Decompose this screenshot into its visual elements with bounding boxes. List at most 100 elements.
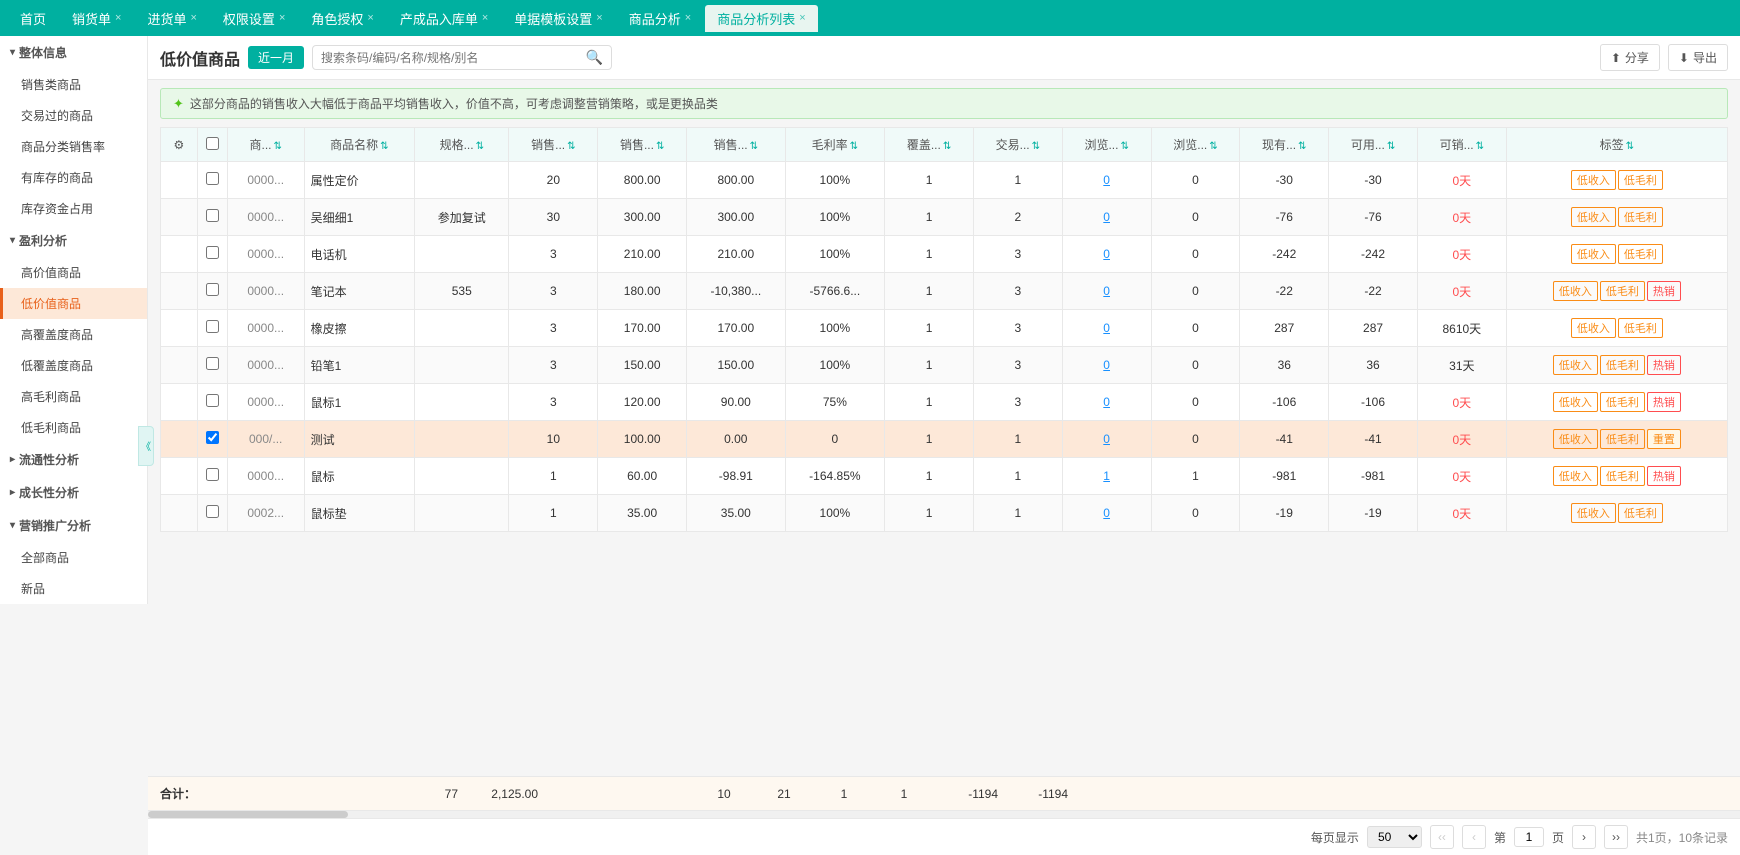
sidebar-item-category-rate[interactable]: 商品分类销售率 (0, 131, 147, 162)
table-container[interactable]: ⚙ 商...⇅ 商品名称⇅ 规格...⇅ 销售...⇅ 销售...⇅ 销售...… (148, 127, 1740, 776)
view1-link[interactable]: 0 (1103, 432, 1110, 446)
nav-close-roles[interactable]: × (367, 12, 373, 24)
col-code[interactable]: 商...⇅ (227, 128, 304, 162)
col-select-all[interactable] (197, 128, 227, 162)
col-qty[interactable]: 销售...⇅ (509, 128, 598, 162)
row-checkbox[interactable] (206, 431, 219, 444)
nav-close-stock[interactable]: × (482, 12, 488, 24)
nav-home[interactable]: 首页 (8, 5, 58, 32)
col-price[interactable]: 销售...⇅ (598, 128, 687, 162)
sidebar-group-overall[interactable]: ▾ 整体信息 (0, 36, 147, 69)
sidebar-item-traded[interactable]: 交易过的商品 (0, 100, 147, 131)
cell-view1[interactable]: 0 (1062, 162, 1151, 199)
gear-icon[interactable]: ⚙ (173, 138, 184, 152)
cell-checkbox[interactable] (197, 458, 227, 495)
row-checkbox[interactable] (206, 246, 219, 259)
col-view2[interactable]: 浏览...⇅ (1151, 128, 1240, 162)
sidebar-group-profit[interactable]: ▾ 盈利分析 (0, 224, 147, 257)
cell-checkbox[interactable] (197, 421, 227, 458)
col-gear[interactable]: ⚙ (161, 128, 198, 162)
page-size-select[interactable]: 50 100 200 (1367, 826, 1422, 848)
cell-checkbox[interactable] (197, 273, 227, 310)
col-spec[interactable]: 规格...⇅ (415, 128, 509, 162)
row-checkbox[interactable] (206, 320, 219, 333)
cell-checkbox[interactable] (197, 347, 227, 384)
cell-view1[interactable]: 0 (1062, 236, 1151, 273)
col-name[interactable]: 商品名称⇅ (304, 128, 414, 162)
col-tags[interactable]: 标签⇅ (1506, 128, 1727, 162)
cell-view1[interactable]: 0 (1062, 384, 1151, 421)
view1-link[interactable]: 0 (1103, 506, 1110, 520)
sidebar-item-low-value[interactable]: 低价值商品 (0, 288, 147, 319)
search-icon[interactable]: 🔍 (586, 49, 603, 66)
row-checkbox[interactable] (206, 172, 219, 185)
nav-product-analysis[interactable]: 商品分析 × (617, 5, 703, 32)
cell-checkbox[interactable] (197, 162, 227, 199)
sidebar-group-growth[interactable]: ▸ 成长性分析 (0, 476, 147, 509)
sidebar-item-high-coverage[interactable]: 高覆盖度商品 (0, 319, 147, 350)
col-coverage[interactable]: 覆盖...⇅ (885, 128, 974, 162)
view1-link[interactable]: 1 (1103, 469, 1110, 483)
col-amount[interactable]: 销售...⇅ (687, 128, 786, 162)
row-checkbox[interactable] (206, 209, 219, 222)
cell-view1[interactable]: 0 (1062, 421, 1151, 458)
col-current[interactable]: 现有...⇅ (1240, 128, 1329, 162)
prev-page-button[interactable]: ‹‹ (1430, 825, 1454, 849)
view1-link[interactable]: 0 (1103, 284, 1110, 298)
col-margin[interactable]: 毛利率⇅ (785, 128, 885, 162)
sidebar-item-low-margin[interactable]: 低毛利商品 (0, 412, 147, 443)
nav-close-sales[interactable]: × (115, 12, 121, 24)
view1-link[interactable]: 0 (1103, 210, 1110, 224)
view1-link[interactable]: 0 (1103, 321, 1110, 335)
view1-link[interactable]: 0 (1103, 173, 1110, 187)
horizontal-scrollbar[interactable] (148, 810, 1740, 818)
nav-close-product-analysis[interactable]: × (685, 12, 691, 24)
nav-close-permissions[interactable]: × (279, 12, 285, 24)
cell-checkbox[interactable] (197, 495, 227, 532)
select-all-checkbox[interactable] (206, 137, 219, 150)
col-trade[interactable]: 交易...⇅ (973, 128, 1062, 162)
scroll-thumb[interactable] (148, 811, 348, 818)
cell-checkbox[interactable] (197, 236, 227, 273)
sidebar-item-all-products[interactable]: 全部商品 (0, 542, 147, 573)
page-input[interactable] (1514, 827, 1544, 847)
nav-template[interactable]: 单据模板设置 × (502, 5, 614, 32)
sidebar-item-low-coverage[interactable]: 低覆盖度商品 (0, 350, 147, 381)
row-checkbox[interactable] (206, 283, 219, 296)
cell-view1[interactable]: 1 (1062, 458, 1151, 495)
cell-view1[interactable]: 0 (1062, 495, 1151, 532)
sidebar-group-liquidity[interactable]: ▸ 流通性分析 (0, 443, 147, 476)
nav-stock[interactable]: 产成品入库单 × (388, 5, 500, 32)
cell-view1[interactable]: 0 (1062, 199, 1151, 236)
nav-sales[interactable]: 销货单 × (60, 5, 133, 32)
cell-checkbox[interactable] (197, 199, 227, 236)
cell-view1[interactable]: 0 (1062, 347, 1151, 384)
nav-permissions[interactable]: 权限设置 × (211, 5, 297, 32)
nav-product-list[interactable]: 商品分析列表 × (705, 5, 817, 32)
next-page-button[interactable]: › (1572, 825, 1596, 849)
sidebar-item-high-value[interactable]: 高价值商品 (0, 257, 147, 288)
nav-close-product-list[interactable]: × (799, 12, 805, 24)
nav-close-template[interactable]: × (596, 12, 602, 24)
nav-close-purchase[interactable]: × (190, 12, 196, 24)
view1-link[interactable]: 0 (1103, 247, 1110, 261)
filter-button[interactable]: 近一月 (248, 46, 304, 69)
sidebar-collapse-button[interactable]: 《 (138, 426, 154, 466)
sidebar-item-high-margin[interactable]: 高毛利商品 (0, 381, 147, 412)
cell-checkbox[interactable] (197, 384, 227, 421)
next-page-button2[interactable]: ›› (1604, 825, 1628, 849)
view1-link[interactable]: 0 (1103, 395, 1110, 409)
row-checkbox[interactable] (206, 357, 219, 370)
col-view1[interactable]: 浏览...⇅ (1062, 128, 1151, 162)
row-checkbox[interactable] (206, 468, 219, 481)
cell-view1[interactable]: 0 (1062, 273, 1151, 310)
col-saleable[interactable]: 可销...⇅ (1417, 128, 1506, 162)
sidebar-item-sales-products[interactable]: 销售类商品 (0, 69, 147, 100)
sidebar-item-new-products[interactable]: 新品 (0, 573, 147, 604)
row-checkbox[interactable] (206, 394, 219, 407)
export-button[interactable]: ⬇ 导出 (1668, 44, 1728, 71)
sidebar-group-marketing[interactable]: ▾ 营销推广分析 (0, 509, 147, 542)
search-input[interactable] (321, 51, 582, 65)
cell-checkbox[interactable] (197, 310, 227, 347)
sidebar-item-has-stock[interactable]: 有库存的商品 (0, 162, 147, 193)
